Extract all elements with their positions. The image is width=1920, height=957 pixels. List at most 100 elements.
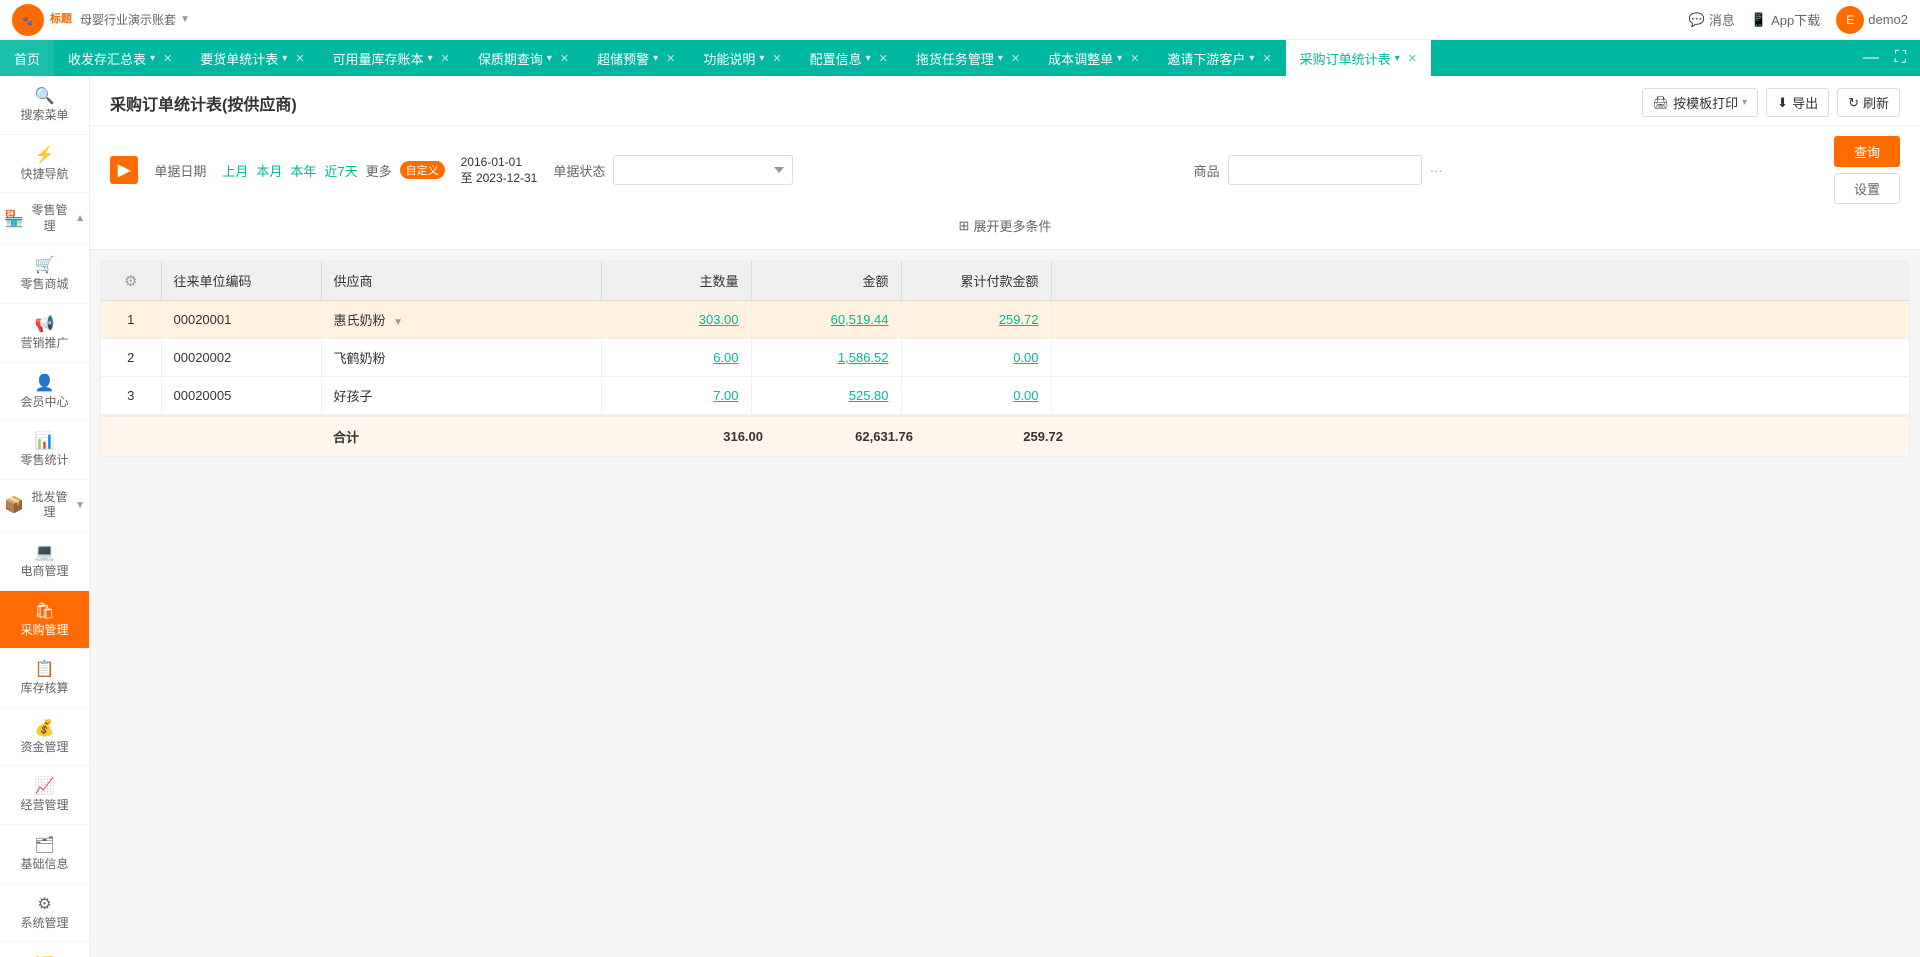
col-header-qty: 主数量 bbox=[601, 261, 751, 301]
download-icon: 📱 bbox=[1751, 12, 1767, 28]
date-last-month-tab[interactable]: 上月 bbox=[222, 161, 248, 180]
cell-code-2: 00020002 bbox=[161, 339, 321, 377]
sidebar-item-purchase[interactable]: 🛍 采购管理 bbox=[0, 591, 89, 650]
tab-home[interactable]: 首页 bbox=[0, 40, 54, 76]
cell-paid-3[interactable]: 0.00 bbox=[901, 377, 1051, 415]
print-icon: 🖨 bbox=[1653, 95, 1670, 111]
tab-caigou[interactable]: 采购订单统计表 ▾ ✕ bbox=[1286, 40, 1431, 76]
goods-more-icon[interactable]: ··· bbox=[1430, 163, 1443, 178]
sidebar-item-basicinfo[interactable]: 🗂 基础信息 bbox=[0, 825, 89, 884]
footer-amount: 62,631.76 bbox=[763, 429, 913, 444]
sidebar-finance-label: 资金管理 bbox=[20, 740, 68, 756]
message-label: 消息 bbox=[1709, 10, 1735, 29]
sidebar-purchase-label: 采购管理 bbox=[20, 623, 68, 639]
retail-icon: 🏪 bbox=[4, 209, 24, 229]
tab-close-icon3[interactable]: ✕ bbox=[441, 52, 450, 65]
tab-close-icon11[interactable]: ✕ bbox=[1408, 52, 1417, 65]
tab-peizhi[interactable]: 配置信息 ▾ ✕ bbox=[796, 40, 902, 76]
cell-amount-2[interactable]: 1,586.52 bbox=[751, 339, 901, 377]
tab-shoufayuhui[interactable]: 收发存汇总表 ▾ ✕ bbox=[54, 40, 186, 76]
tab-close-icon5[interactable]: ✕ bbox=[666, 52, 675, 65]
tab-baozhiqi[interactable]: 保质期查询 ▾ ✕ bbox=[464, 40, 583, 76]
col-header-settings[interactable]: ⚙ bbox=[101, 261, 161, 301]
header-actions: 🖨 按模板打印 ▾ ⬇ 导出 ↻ 刷新 bbox=[1642, 88, 1900, 117]
sidebar-item-enterprise[interactable]: 🤝 企业协同 bbox=[0, 942, 89, 957]
app-download-btn[interactable]: 📱 App下载 bbox=[1751, 10, 1820, 29]
sidebar-item-finance[interactable]: 💰 资金管理 bbox=[0, 708, 89, 767]
cell-amount-3[interactable]: 525.80 bbox=[751, 377, 901, 415]
nav-tabs-bar: 首页 收发存汇总表 ▾ ✕ 要货单统计表 ▾ ✕ 可用量库存账本 ▾ ✕ 保质期… bbox=[0, 40, 1920, 76]
main-layout: 🔍 搜索菜单 ⚡ 快捷导航 🏪 零售管理 ▲ 🛒 零售商城 📢 营销推广 👤 会… bbox=[0, 76, 1920, 957]
status-filter-select[interactable] bbox=[613, 155, 793, 185]
tab-chaochuyujing[interactable]: 超储预警 ▾ ✕ bbox=[583, 40, 689, 76]
date-this-month-tab[interactable]: 本月 bbox=[256, 161, 282, 180]
tab-maximize-btn[interactable]: ⛶ bbox=[1889, 45, 1912, 71]
settings-button[interactable]: 设置 bbox=[1834, 173, 1900, 204]
sidebar-item-sysmanage[interactable]: ⚙ 系统管理 bbox=[0, 884, 89, 943]
cell-extra-2 bbox=[1051, 339, 1909, 377]
goods-filter-input[interactable] bbox=[1228, 155, 1422, 185]
date-7days-tab[interactable]: 近7天 bbox=[324, 161, 357, 180]
sidebar-item-operations[interactable]: 📈 经营管理 bbox=[0, 766, 89, 825]
filter-expand-row: ⊞ 展开更多条件 bbox=[110, 212, 1900, 239]
export-button[interactable]: ⬇ 导出 bbox=[1766, 88, 1829, 117]
breadcrumb-text: 母婴行业演示账套 bbox=[80, 11, 176, 28]
sidebar-item-inventory[interactable]: 📋 库存核算 bbox=[0, 649, 89, 708]
avatar: E bbox=[1836, 6, 1864, 34]
tab-caigou-label: 采购订单统计表 bbox=[1300, 49, 1391, 68]
tab-close-icon7[interactable]: ✕ bbox=[879, 52, 888, 65]
sidebar-item-retailstat[interactable]: 📊 零售统计 bbox=[0, 421, 89, 480]
tab-yaoqing[interactable]: 邀请下游客户 ▾ ✕ bbox=[1153, 40, 1285, 76]
breadcrumb[interactable]: 母婴行业演示账套 ▼ bbox=[80, 11, 190, 28]
status-filter-label: 单据状态 bbox=[553, 161, 605, 180]
sidebar-item-marketing[interactable]: 📢 营销推广 bbox=[0, 304, 89, 363]
cell-qty-3[interactable]: 7.00 bbox=[601, 377, 751, 415]
tab-yaohuo[interactable]: 要货单统计表 ▾ ✕ bbox=[186, 40, 318, 76]
tab-keyongliang[interactable]: 可用量库存账本 ▾ ✕ bbox=[319, 40, 464, 76]
query-button[interactable]: 查询 bbox=[1834, 136, 1900, 167]
tab-close-icon2[interactable]: ✕ bbox=[295, 52, 304, 65]
date-more-tab[interactable]: 更多 bbox=[366, 161, 392, 180]
tab-close-icon4[interactable]: ✕ bbox=[560, 52, 569, 65]
tab-tuohuo[interactable]: 拖货任务管理 ▾ ✕ bbox=[902, 40, 1034, 76]
tab-close-icon6[interactable]: ✕ bbox=[772, 52, 781, 65]
cell-qty-1[interactable]: 303.00 bbox=[601, 301, 751, 339]
tab-yaohuo-label: 要货单统计表 bbox=[200, 49, 278, 68]
tab-close-icon10[interactable]: ✕ bbox=[1262, 52, 1271, 65]
sidebar-item-search[interactable]: 🔍 搜索菜单 bbox=[0, 76, 89, 135]
filter-row-1: ▶ 单据日期 上月 本月 本年 近7天 更多 自定义 2016-01-01 至 … bbox=[110, 136, 1900, 204]
filter-toggle-btn[interactable]: ▶ bbox=[110, 156, 138, 184]
date-this-year-tab[interactable]: 本年 bbox=[290, 161, 316, 180]
cell-qty-2[interactable]: 6.00 bbox=[601, 339, 751, 377]
sidebar-item-member[interactable]: 👤 会员中心 bbox=[0, 363, 89, 422]
refresh-button[interactable]: ↻ 刷新 bbox=[1837, 88, 1900, 117]
tab-gongnengshuo[interactable]: 功能说明 ▾ ✕ bbox=[689, 40, 795, 76]
goods-filter-wrap: 商品 ··· bbox=[1194, 155, 1818, 185]
expand-more-btn[interactable]: ⊞ 展开更多条件 bbox=[959, 216, 1052, 235]
sidebar-retailshop-label: 零售商城 bbox=[20, 277, 68, 293]
sidebar-sysmanage-label: 系统管理 bbox=[20, 916, 68, 932]
table-footer: 合计 316.00 62,631.76 259.72 bbox=[101, 415, 1909, 456]
sidebar-item-ecommerce[interactable]: 💻 电商管理 bbox=[0, 532, 89, 591]
tab-minimize-btn[interactable]: — bbox=[1857, 45, 1885, 71]
tab-chengben[interactable]: 成本调整单 ▾ ✕ bbox=[1034, 40, 1153, 76]
col-settings-icon[interactable]: ⚙ bbox=[124, 273, 137, 290]
cell-paid-2[interactable]: 0.00 bbox=[901, 339, 1051, 377]
tab-arrow-icon11: ▾ bbox=[1395, 53, 1400, 64]
tab-close-icon8[interactable]: ✕ bbox=[1011, 52, 1020, 65]
print-button[interactable]: 🖨 按模板打印 ▾ bbox=[1642, 88, 1759, 117]
cell-amount-1[interactable]: 60,519.44 bbox=[751, 301, 901, 339]
sidebar-item-retail[interactable]: 🏪 零售管理 ▲ bbox=[0, 193, 89, 245]
user-area[interactable]: E demo2 bbox=[1836, 6, 1908, 34]
sidebar-item-quicknav[interactable]: ⚡ 快捷导航 bbox=[0, 135, 89, 194]
sidebar-item-wholesale[interactable]: 📦 批发管理 ▼ bbox=[0, 480, 89, 532]
tab-close-icon9[interactable]: ✕ bbox=[1130, 52, 1139, 65]
message-btn[interactable]: 💬 消息 bbox=[1689, 10, 1735, 29]
sidebar-item-retailshop[interactable]: 🛒 零售商城 bbox=[0, 245, 89, 304]
cell-supplier-1: 惠氏奶粉 ▼ bbox=[321, 301, 601, 339]
cell-paid-1[interactable]: 259.72 bbox=[901, 301, 1051, 339]
supplier-name-1: 惠氏奶粉 bbox=[334, 313, 386, 328]
tab-close-icon[interactable]: ✕ bbox=[163, 52, 172, 65]
logo-icon: 🐾 bbox=[12, 4, 44, 36]
expand-down-icon: ⊞ bbox=[959, 218, 970, 234]
